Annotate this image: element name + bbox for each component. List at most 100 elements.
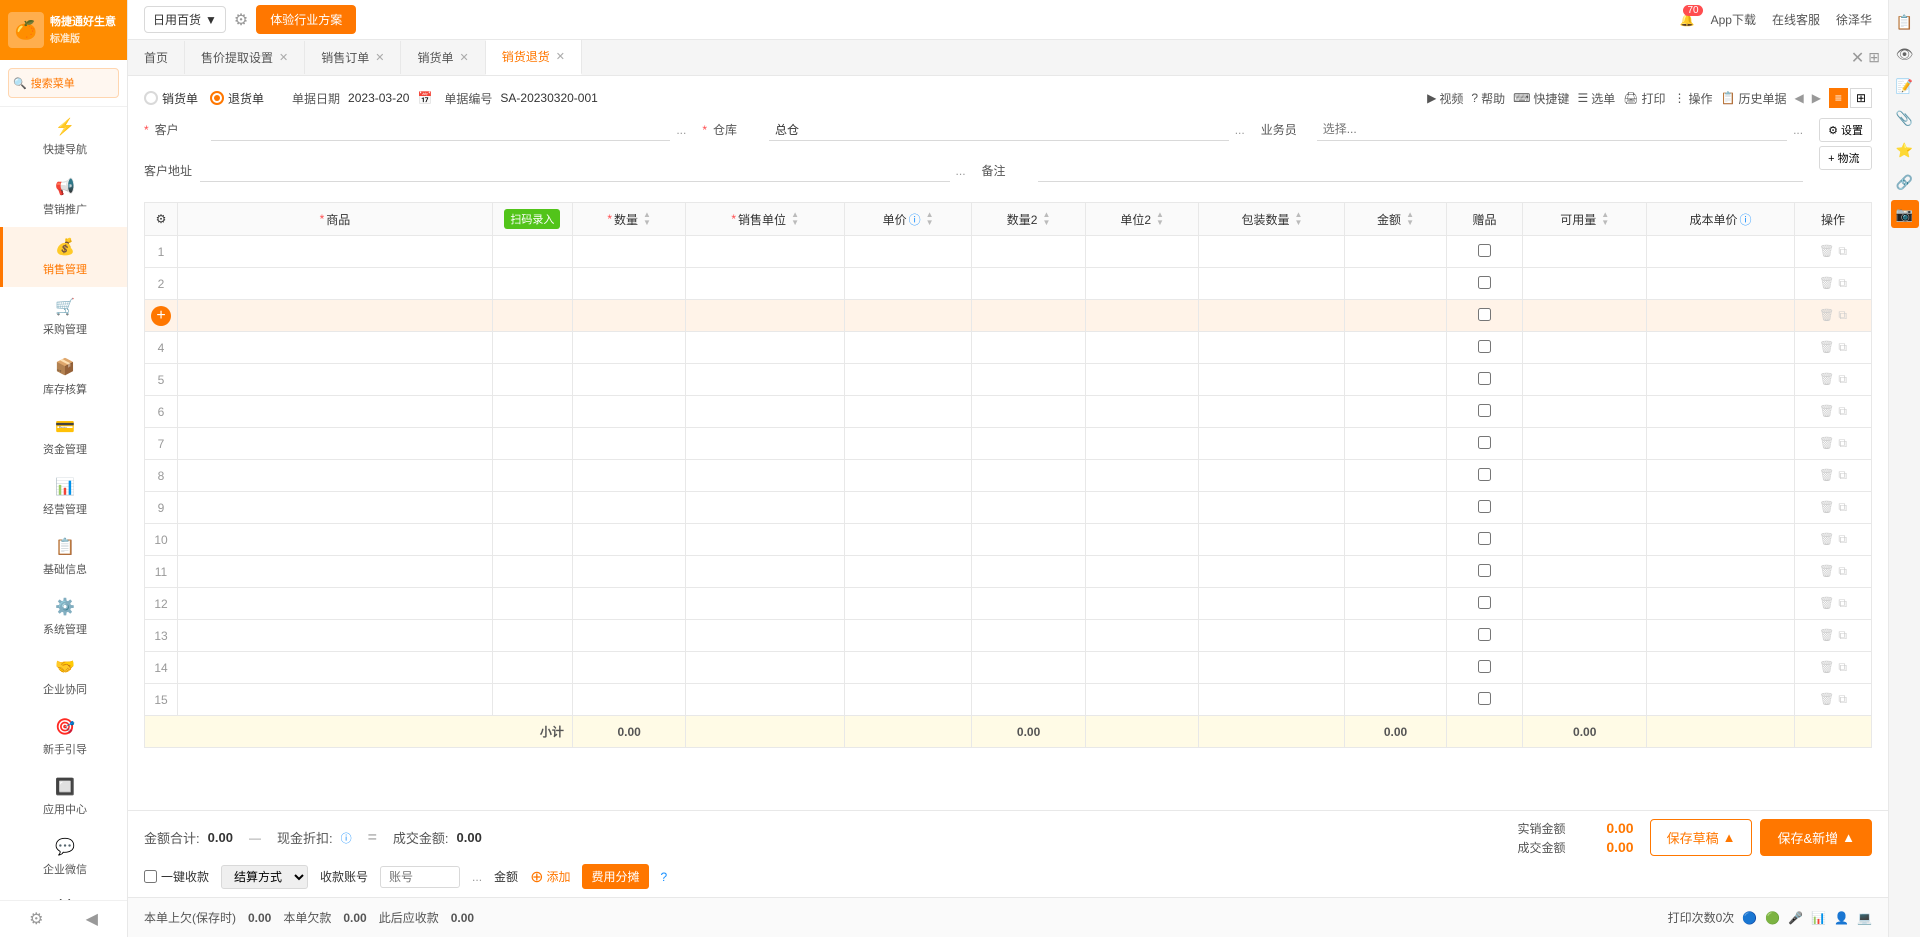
copy-row-icon[interactable]: ⧉ xyxy=(1838,276,1847,290)
gift-checkbox[interactable] xyxy=(1478,628,1491,641)
industry-select[interactable]: 日用百货 ▼ xyxy=(144,6,226,33)
copy-row-icon[interactable]: ⧉ xyxy=(1838,244,1847,258)
copy-row-icon[interactable]: ⧉ xyxy=(1838,404,1847,418)
add-row-button[interactable]: + xyxy=(151,306,171,326)
delete-row-icon[interactable]: 🗑 xyxy=(1819,628,1834,642)
fee-split-btn[interactable]: 费用分摊 xyxy=(582,864,648,889)
gift-checkbox[interactable] xyxy=(1478,244,1491,257)
sidebar-item-operations[interactable]: 📊 经营管理 xyxy=(0,467,127,527)
account-picker[interactable]: ... xyxy=(472,870,482,884)
gift-cell[interactable] xyxy=(1446,588,1523,620)
available-sort-icon[interactable]: ▲▼ xyxy=(1601,211,1609,227)
note-input[interactable] xyxy=(1038,159,1804,182)
right-icon-4[interactable]: 📎 xyxy=(1891,104,1919,132)
tab-close-all-icon[interactable]: ✕ xyxy=(1851,48,1864,68)
sidebar-item-enterprise[interactable]: 🤝 企业协同 xyxy=(0,647,127,707)
gift-cell[interactable] xyxy=(1446,684,1523,716)
gift-checkbox[interactable] xyxy=(1478,564,1491,577)
sidebar-item-basics[interactable]: 📋 基础信息 xyxy=(0,527,127,587)
copy-row-icon[interactable]: ⧉ xyxy=(1838,500,1847,514)
sidebar-item-purchase[interactable]: 🛒 采购管理 xyxy=(0,287,127,347)
online-service-link[interactable]: 在线客服 xyxy=(1772,11,1820,28)
delete-row-icon[interactable]: 🗑 xyxy=(1819,308,1834,322)
sidebar-item-marketing[interactable]: 📢 营销推广 xyxy=(0,167,127,227)
address-input[interactable] xyxy=(200,159,950,182)
right-icon-3[interactable]: 📝 xyxy=(1891,72,1919,100)
radio-return[interactable]: 退货单 xyxy=(210,90,264,107)
account-input[interactable] xyxy=(380,866,460,888)
gift-cell[interactable] xyxy=(1446,364,1523,396)
app-download-link[interactable]: App下载 xyxy=(1711,11,1756,28)
delete-row-icon[interactable]: 🗑 xyxy=(1819,660,1834,674)
delete-row-icon[interactable]: 🗑 xyxy=(1819,692,1834,706)
toolbar-nav-prev[interactable]: ◀ xyxy=(1794,91,1803,105)
toolbar-action-btn[interactable]: ⋮ 操作 xyxy=(1673,90,1712,107)
sidebar-item-quick-nav[interactable]: ⚡ 快捷导航 xyxy=(0,107,127,167)
right-icon-5[interactable]: ⭐ xyxy=(1891,136,1919,164)
copy-row-icon[interactable]: ⧉ xyxy=(1838,628,1847,642)
gift-cell[interactable] xyxy=(1446,300,1523,332)
topbar-gear-icon[interactable]: ⚙ xyxy=(234,10,248,30)
delete-row-icon[interactable]: 🗑 xyxy=(1819,500,1834,514)
qty2-sort-icon[interactable]: ▲▼ xyxy=(1042,211,1050,227)
copy-row-icon[interactable]: ⧉ xyxy=(1838,468,1847,482)
gift-cell[interactable] xyxy=(1446,332,1523,364)
gift-cell[interactable] xyxy=(1446,556,1523,588)
customer-input[interactable] xyxy=(211,118,671,141)
sidebar-item-wechat[interactable]: 💬 企业微信 xyxy=(0,827,127,887)
tab-sale-price-close[interactable]: ✕ xyxy=(279,51,288,64)
gift-cell[interactable] xyxy=(1446,524,1523,556)
trial-button[interactable]: 体验行业方案 xyxy=(256,5,356,34)
delete-row-icon[interactable]: 🗑 xyxy=(1819,596,1834,610)
price-sort-icon[interactable]: ▲▼ xyxy=(926,211,934,227)
username-display[interactable]: 徐泽华 xyxy=(1836,11,1872,28)
delete-row-icon[interactable]: 🗑 xyxy=(1819,244,1834,258)
right-icon-7[interactable]: 📷 xyxy=(1891,200,1919,228)
sidebar-item-sales[interactable]: 💰 销售管理 xyxy=(0,227,127,287)
toolbar-print[interactable]: 🖨 打印 xyxy=(1623,90,1665,107)
copy-row-icon[interactable]: ⧉ xyxy=(1838,596,1847,610)
save-draft-button[interactable]: 保存草稿 ▲ xyxy=(1650,819,1753,856)
tab-sale-delivery[interactable]: 销货单 ✕ xyxy=(401,41,485,74)
gift-checkbox[interactable] xyxy=(1478,308,1491,321)
toolbar-select[interactable]: ☰ 选单 xyxy=(1577,90,1615,107)
address-picker-btn[interactable]: ... xyxy=(956,164,966,178)
pkg-sort-icon[interactable]: ▲▼ xyxy=(1295,211,1303,227)
sidebar-item-member[interactable]: V 畅会员 xyxy=(0,887,127,900)
toolbar-help[interactable]: ? 帮助 xyxy=(1471,90,1505,107)
toolbar-nav-next[interactable]: ▶ xyxy=(1812,91,1821,105)
right-icon-6[interactable]: 🔗 xyxy=(1891,168,1919,196)
gift-checkbox[interactable] xyxy=(1478,692,1491,705)
th-scan[interactable]: 扫码录入 xyxy=(492,203,572,236)
tab-home[interactable]: 首页 xyxy=(128,41,185,74)
gift-cell[interactable] xyxy=(1446,620,1523,652)
tab-sale-return-close[interactable]: ✕ xyxy=(556,50,565,63)
logistics-button[interactable]: + 物流 xyxy=(1819,146,1872,170)
staff-input[interactable] xyxy=(1317,118,1787,141)
customer-picker-btn[interactable]: ... xyxy=(676,123,686,137)
gift-cell[interactable] xyxy=(1446,492,1523,524)
copy-row-icon[interactable]: ⧉ xyxy=(1838,436,1847,450)
one-click-check[interactable] xyxy=(144,870,157,883)
gift-checkbox[interactable] xyxy=(1478,660,1491,673)
tab-sale-order-close[interactable]: ✕ xyxy=(375,51,384,64)
goods-cell[interactable] xyxy=(178,300,493,332)
gift-cell[interactable] xyxy=(1446,396,1523,428)
gift-cell[interactable] xyxy=(1446,268,1523,300)
tab-sale-order[interactable]: 销售订单 ✕ xyxy=(305,41,401,74)
delete-row-icon[interactable]: 🗑 xyxy=(1819,404,1834,418)
sidebar-item-system[interactable]: ⚙️ 系统管理 xyxy=(0,587,127,647)
gift-cell[interactable] xyxy=(1446,236,1523,268)
gift-checkbox[interactable] xyxy=(1478,436,1491,449)
th-settings[interactable]: ⚙ xyxy=(145,203,178,236)
gift-cell[interactable] xyxy=(1446,652,1523,684)
staff-picker-btn[interactable]: ... xyxy=(1793,123,1803,137)
delete-row-icon[interactable]: 🗑 xyxy=(1819,276,1834,290)
gift-checkbox[interactable] xyxy=(1478,596,1491,609)
right-icon-2[interactable]: 👁 xyxy=(1891,40,1919,68)
right-icon-1[interactable]: 📋 xyxy=(1891,8,1919,36)
warehouse-input[interactable] xyxy=(769,118,1229,141)
delete-row-icon[interactable]: 🗑 xyxy=(1819,532,1834,546)
gift-checkbox[interactable] xyxy=(1478,372,1491,385)
copy-row-icon[interactable]: ⧉ xyxy=(1838,372,1847,386)
